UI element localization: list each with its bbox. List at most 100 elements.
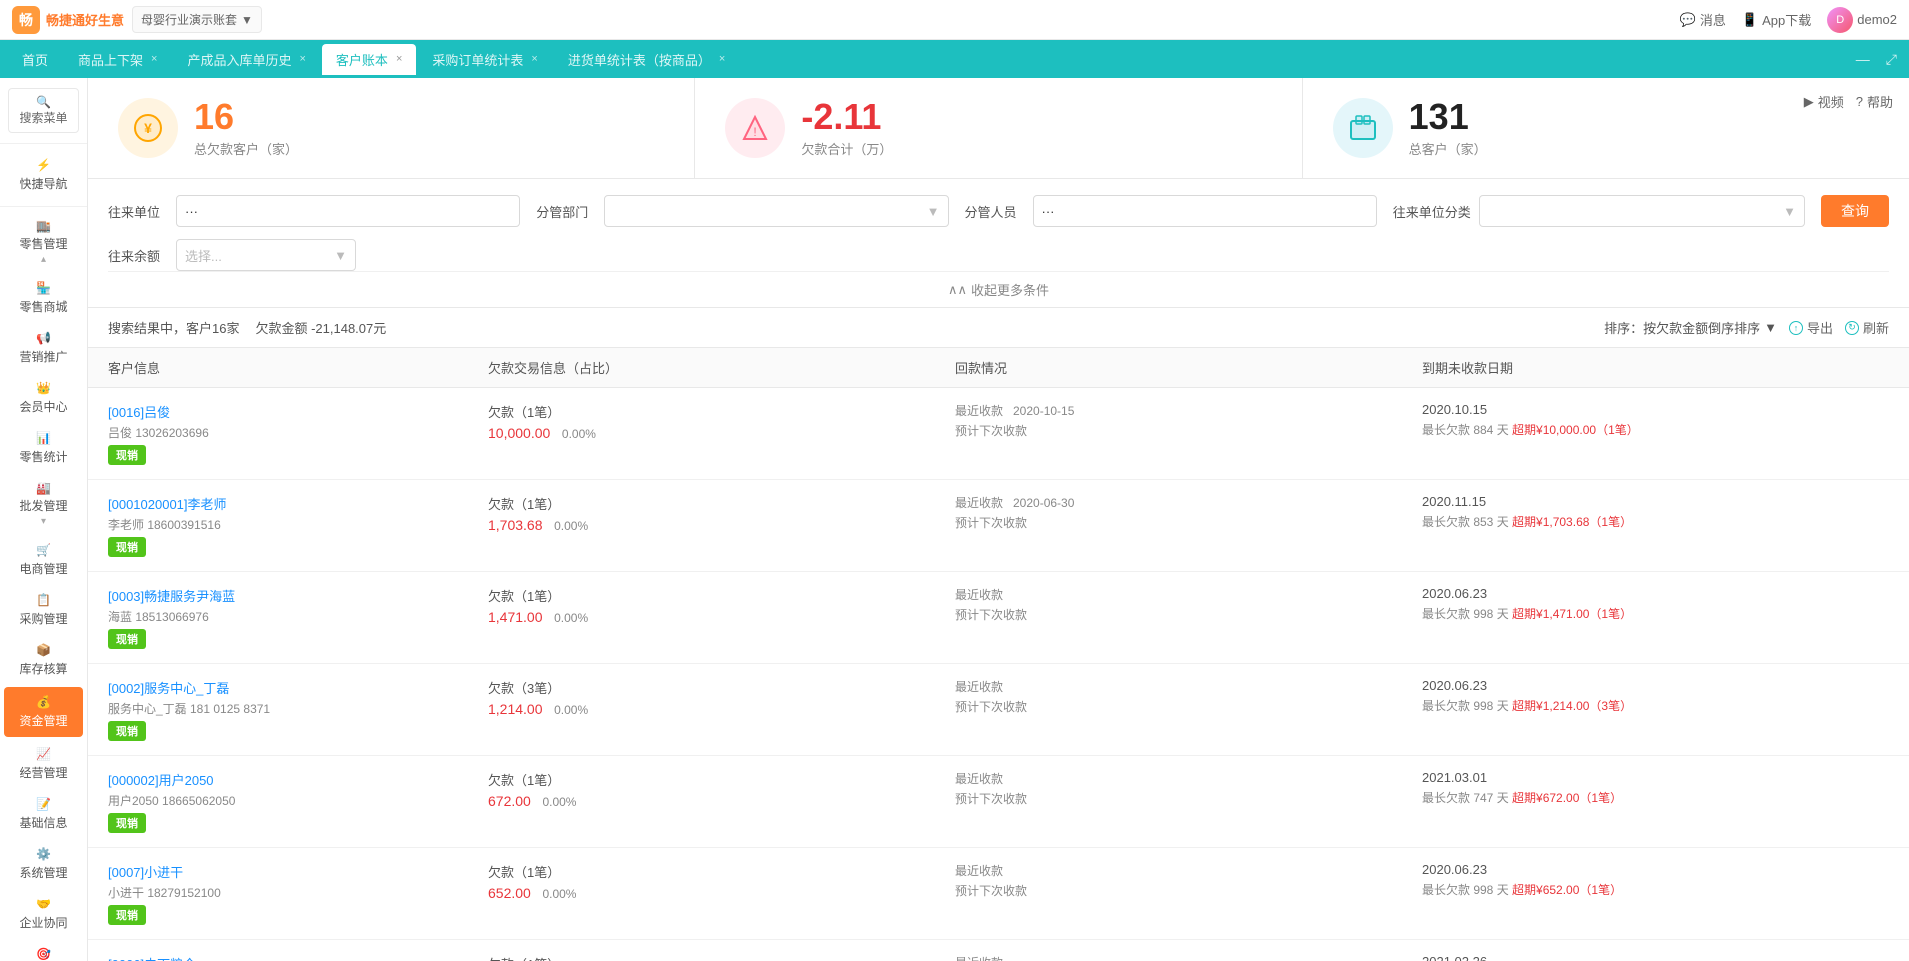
sidebar-item-operation[interactable]: 📈 经营管理 xyxy=(0,739,87,789)
tab-production-history[interactable]: 产成品入库单历史 × xyxy=(173,44,319,75)
customer-name-3[interactable]: [0003]畅捷服务尹海蓝 xyxy=(108,586,488,605)
debt-cell-4: 欠款（3笔） 1,214.00 0.00% xyxy=(488,678,955,717)
customer-name-4[interactable]: [0002]服务中心_丁磊 xyxy=(108,678,488,697)
customer-name-2[interactable]: [0001020001]李老师 xyxy=(108,494,488,513)
customer-contact-2: 李老师 18600391516 xyxy=(108,516,488,533)
sidebar-item-wholesale-mgmt[interactable]: 🏭 批发管理 ▾ xyxy=(0,473,87,535)
debt-count-5: 欠款（1笔） xyxy=(488,770,955,789)
overdue-text-5[interactable]: 超期¥672.00（1笔） xyxy=(1512,791,1622,805)
video-help-btn[interactable]: ▶ 视频 xyxy=(1804,92,1844,111)
export-label: 导出 xyxy=(1807,318,1833,337)
nav-minimize-btn[interactable]: — xyxy=(1852,47,1874,72)
table-row: [0003]畅捷服务尹海蓝 海蓝 18513066976 现销 欠款（1笔） 1… xyxy=(88,572,1909,664)
export-btn[interactable]: ↑ 导出 xyxy=(1789,318,1833,337)
sidebar-item-ecommerce[interactable]: 🛒 电商管理 xyxy=(0,535,87,585)
overdue-text-3[interactable]: 超期¥1,471.00（1笔） xyxy=(1512,607,1632,621)
overdue-text-1[interactable]: 超期¥10,000.00（1笔） xyxy=(1512,423,1639,437)
sidebar-item-quick-nav[interactable]: ⚡ 快捷导航 xyxy=(0,150,87,200)
sidebar-item-inventory[interactable]: 📦 库存核算 xyxy=(0,635,87,685)
recovery-next-6: 预计下次收款 xyxy=(955,882,1422,899)
stat-label-debt-customers: 总欠款客户（家） xyxy=(194,139,298,158)
sidebar-item-retail-mall[interactable]: 🏪 零售商城 xyxy=(0,273,87,323)
quick-nav-icon: ⚡ xyxy=(36,158,51,172)
sidebar-item-finance[interactable]: 💰 资金管理 xyxy=(4,687,83,737)
store-selector[interactable]: 母婴行业演示账套 ▼ xyxy=(132,6,262,33)
filter-balance: 往来余额 选择... ▼ xyxy=(108,239,1889,271)
retail-mall-label: 零售商城 xyxy=(19,298,67,315)
nav-expand-btn[interactable]: ⤢ xyxy=(1882,47,1901,72)
debt-count-3: 欠款（1笔） xyxy=(488,586,955,605)
tab-purchase-summary-close[interactable]: × xyxy=(531,53,537,65)
tab-incoming-stats-close[interactable]: × xyxy=(719,53,725,65)
help-btn[interactable]: ? 帮助 xyxy=(1856,92,1893,111)
search-menu-btn[interactable]: 🔍 搜索菜单 xyxy=(8,88,79,133)
customer-tag-4: 现销 xyxy=(108,721,146,741)
overdue-text-6[interactable]: 超期¥652.00（1笔） xyxy=(1512,883,1622,897)
recovery-date-1: 最近收款 2020-10-15 xyxy=(955,402,1422,419)
member-icon: 👑 xyxy=(36,381,51,395)
due-cell-5: 2021.03.01 最长欠款 747 天 超期¥672.00（1笔） xyxy=(1422,770,1889,806)
sidebar-item-marketing[interactable]: 📢 营销推广 xyxy=(0,323,87,373)
retail-icon: 🏬 xyxy=(36,219,51,233)
overdue-date-6: 2020.06.23 xyxy=(1422,862,1889,877)
debt-percent-3: 0.00% xyxy=(554,611,588,625)
tab-goods-listing[interactable]: 商品上下架 × xyxy=(64,44,171,75)
tab-purchase-summary[interactable]: 采购订单统计表 × xyxy=(418,44,551,75)
department-select[interactable]: ▼ xyxy=(604,195,948,227)
inventory-label: 库存核算 xyxy=(19,660,67,677)
tab-customer-account-close[interactable]: × xyxy=(396,53,402,65)
overdue-text-2[interactable]: 超期¥1,703.68（1笔） xyxy=(1512,515,1632,529)
customer-cell-4: [0002]服务中心_丁磊 服务中心_丁磊 181 0125 8371 现销 xyxy=(108,678,488,741)
tab-production-history-label: 产成品入库单历史 xyxy=(187,50,291,69)
sidebar-item-member-center[interactable]: 👑 会员中心 xyxy=(0,373,87,423)
debt-count-6: 欠款（1笔） xyxy=(488,862,955,881)
overdue-text-4[interactable]: 超期¥1,214.00（3笔） xyxy=(1512,699,1632,713)
recovery-next-1: 预计下次收款 xyxy=(955,422,1422,439)
sidebar-item-retail-mgmt[interactable]: 🏬 零售管理 ▴ xyxy=(0,211,87,273)
logo-icon: 畅 xyxy=(12,6,40,34)
customer-name-1[interactable]: [0016]吕俊 xyxy=(108,402,488,421)
balance-label: 往来余额 xyxy=(108,246,168,265)
person-input[interactable]: ··· xyxy=(1033,195,1377,227)
person-label: 分管人员 xyxy=(965,202,1025,221)
sidebar-item-enterprise-collab[interactable]: 🤝 企业协同 xyxy=(0,889,87,939)
debt-count-2: 欠款（1笔） xyxy=(488,494,955,513)
customer-contact-5: 用户2050 18665062050 xyxy=(108,792,488,809)
debt-count-7: 欠款（1笔） xyxy=(488,954,955,961)
category-select[interactable]: ▼ xyxy=(1479,195,1805,227)
app-download-btn[interactable]: 📱 App下载 xyxy=(1742,10,1811,29)
sidebar-item-basic-info[interactable]: 📝 基础信息 xyxy=(0,789,87,839)
balance-select[interactable]: 选择... ▼ xyxy=(176,239,356,271)
query-button[interactable]: 查询 xyxy=(1821,195,1889,227)
message-label: 消息 xyxy=(1700,10,1726,29)
refresh-btn[interactable]: ↻ 刷新 xyxy=(1845,318,1889,337)
help-label: 帮助 xyxy=(1867,92,1893,111)
collapse-btn[interactable]: ∧∧ 收起更多条件 xyxy=(108,271,1889,307)
sidebar-nav: ⚡ 快捷导航 xyxy=(0,144,87,207)
customer-name-5[interactable]: [000002]用户2050 xyxy=(108,770,488,789)
sidebar-item-beginner-guide[interactable]: 🎯 新手引导 xyxy=(0,939,87,961)
results-bar: 搜索结果中，客户16家 欠款金额 -21,148.07元 排序：按欠款金额倒序排… xyxy=(88,308,1909,348)
tab-goods-listing-close[interactable]: × xyxy=(151,53,157,65)
tab-incoming-stats[interactable]: 进货单统计表（按商品） × xyxy=(554,44,739,75)
sort-select[interactable]: 排序：按欠款金额倒序排序 ▼ xyxy=(1604,318,1777,337)
tab-home[interactable]: 首页 xyxy=(8,44,62,75)
tab-incoming-stats-label: 进货单统计表（按商品） xyxy=(568,50,711,69)
sidebar-item-retail-stats[interactable]: 📊 零售统计 xyxy=(0,423,87,473)
customer-name-7[interactable]: [0006]去下粮仓 xyxy=(108,954,488,961)
overdue-days-4: 最长欠款 998 天 超期¥1,214.00（3笔） xyxy=(1422,697,1889,714)
source-unit-input[interactable]: ··· xyxy=(176,195,520,227)
video-label: 视频 xyxy=(1818,92,1844,111)
sidebar-item-system[interactable]: ⚙️ 系统管理 xyxy=(0,839,87,889)
sort-arrow: ▼ xyxy=(1764,320,1777,335)
stat-label-total-debt: 欠款合计（万） xyxy=(801,139,892,158)
user-profile-btn[interactable]: D demo2 xyxy=(1827,7,1897,33)
tab-production-history-close[interactable]: × xyxy=(299,53,305,65)
finance-label: 资金管理 xyxy=(19,712,67,729)
sidebar-item-purchase[interactable]: 📋 采购管理 xyxy=(0,585,87,635)
message-btn[interactable]: 💬 消息 xyxy=(1680,10,1726,29)
refresh-icon: ↻ xyxy=(1845,321,1859,335)
customer-name-6[interactable]: [0007]小进干 xyxy=(108,862,488,881)
recovery-date-6: 最近收款 xyxy=(955,862,1422,879)
tab-customer-account[interactable]: 客户账本 × xyxy=(322,44,416,75)
